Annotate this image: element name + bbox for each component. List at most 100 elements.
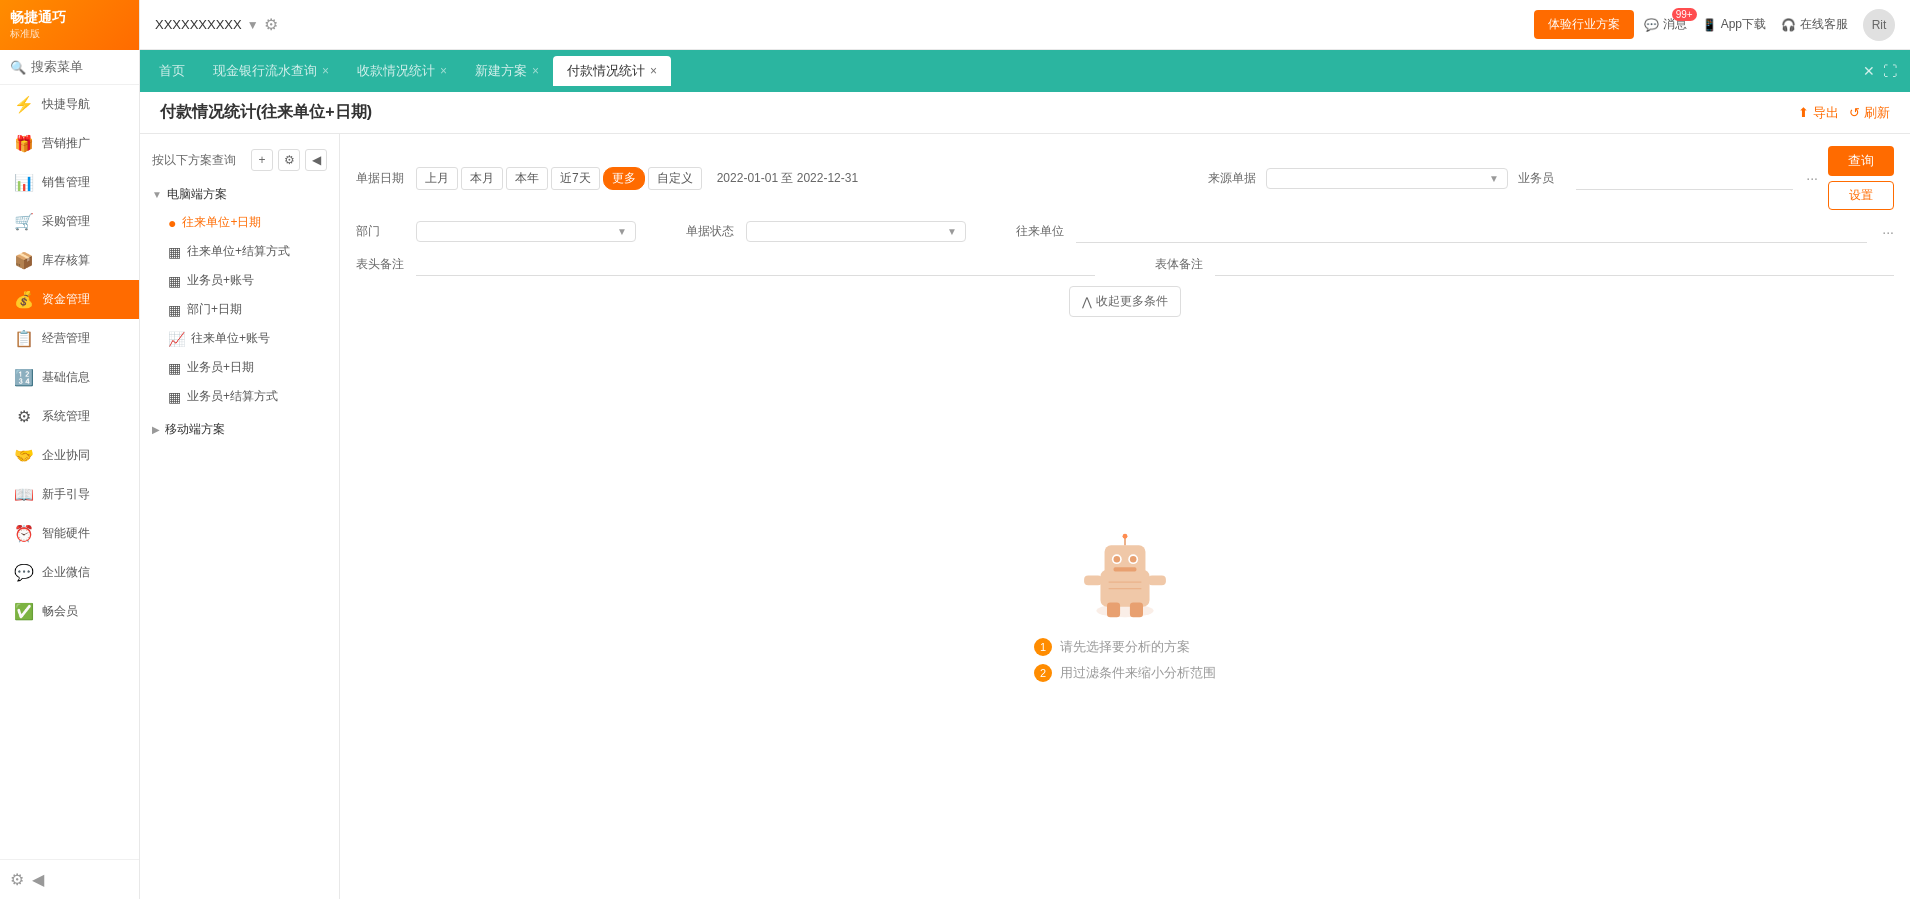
search-menu[interactable]: 🔍 搜索菜单	[0, 50, 139, 85]
tip-text-2: 用过滤条件来缩小分析范围	[1060, 664, 1216, 682]
date-btn-more[interactable]: 更多	[603, 167, 645, 190]
sidebar-item-marketing[interactable]: 🎁 营销推广	[0, 124, 139, 163]
tab-bank[interactable]: 现金银行流水查询 ×	[199, 56, 343, 86]
right-content: 单据日期 上月 本月 本年 近7天 更多 自定义 2022-01-01 至 20…	[340, 134, 1910, 899]
tabs-right: ✕ ⛶	[1863, 63, 1905, 79]
staff-input[interactable]	[1576, 167, 1793, 190]
svg-rect-10	[1084, 575, 1102, 585]
add-schema-btn[interactable]: +	[251, 149, 273, 171]
schema-settings-btn[interactable]: ⚙	[278, 149, 300, 171]
filter-section: 单据日期 上月 本月 本年 近7天 更多 自定义 2022-01-01 至 20…	[356, 146, 1894, 317]
service-btn[interactable]: 🎧 在线客服	[1781, 16, 1848, 33]
tab-new-plan[interactable]: 新建方案 ×	[461, 56, 553, 86]
desktop-group-title[interactable]: ▼ 电脑端方案	[140, 181, 339, 208]
app-download-btn[interactable]: 📱 App下载	[1702, 16, 1766, 33]
filter-settings-btn[interactable]: 设置	[1828, 181, 1894, 210]
tab-expand-icon[interactable]: ⛶	[1883, 63, 1897, 79]
date-btn-last-month[interactable]: 上月	[416, 167, 458, 190]
refresh-label: 刷新	[1864, 104, 1890, 122]
schema-collapse-btn[interactable]: ◀	[305, 149, 327, 171]
tab-payment[interactable]: 付款情况统计 ×	[553, 56, 671, 86]
date-btn-custom[interactable]: 自定义	[648, 167, 702, 190]
schema-partner-settle[interactable]: ▦ 往来单位+结算方式	[140, 237, 339, 266]
sidebar-item-quick-nav[interactable]: ⚡ 快捷导航	[0, 85, 139, 124]
header-note-input[interactable]	[416, 253, 1095, 276]
source-select[interactable]: ▼	[1266, 168, 1508, 189]
tab-bank-close[interactable]: ×	[322, 64, 329, 78]
collapse-btn[interactable]: ⋀ 收起更多条件	[1069, 286, 1181, 317]
collapse-label: 收起更多条件	[1096, 293, 1168, 310]
tab-receipt-close[interactable]: ×	[440, 64, 447, 78]
staff-label: 业务员	[1518, 170, 1568, 187]
body-note-input[interactable]	[1215, 253, 1894, 276]
tab-receipt[interactable]: 收款情况统计 ×	[343, 56, 461, 86]
date-btn-7days[interactable]: 近7天	[551, 167, 600, 190]
sidebar-item-enterprise[interactable]: 🤝 企业协同	[0, 436, 139, 475]
inventory-icon: 📦	[14, 251, 34, 270]
sidebar-item-label: 库存核算	[42, 252, 90, 269]
sidebar-item-finance[interactable]: 💰 资金管理	[0, 280, 139, 319]
schema-label: 业务员+账号	[187, 272, 254, 289]
tab-close-all-icon[interactable]: ✕	[1863, 63, 1875, 79]
sidebar-item-vip[interactable]: ✅ 畅会员	[0, 592, 139, 631]
service-label: 在线客服	[1800, 16, 1848, 33]
sidebar-item-label: 营销推广	[42, 135, 90, 152]
doc-status-dropdown-icon: ▼	[947, 226, 957, 237]
schema-bar-icon: 📈	[168, 331, 185, 347]
messages-btn[interactable]: 💬 消息 99+	[1644, 16, 1687, 33]
topbar-info: XXXXXXXXXX ▼ ⚙	[155, 15, 1524, 34]
sidebar-item-system[interactable]: ⚙ 系统管理	[0, 397, 139, 436]
doc-status-select[interactable]: ▼	[746, 221, 966, 242]
sidebar-item-guide[interactable]: 📖 新手引导	[0, 475, 139, 514]
tab-payment-close[interactable]: ×	[650, 64, 657, 78]
trial-btn[interactable]: 体验行业方案	[1534, 10, 1634, 39]
page-title: 付款情况统计(往来单位+日期)	[160, 102, 372, 123]
dept-select[interactable]: ▼	[416, 221, 636, 242]
export-btn[interactable]: ⬆ 导出	[1798, 104, 1839, 122]
collapse-row: ⋀ 收起更多条件	[356, 286, 1894, 317]
mobile-group-title[interactable]: ▶ 移动端方案	[140, 416, 339, 443]
add-icon: +	[258, 153, 265, 167]
footer-settings-btn[interactable]: ⚙	[10, 870, 24, 889]
partner-input[interactable]	[1076, 220, 1867, 243]
schema-dept-date[interactable]: ▦ 部门+日期	[140, 295, 339, 324]
schema-partner-date[interactable]: ● 往来单位+日期	[140, 208, 339, 237]
dropdown-arrow-icon[interactable]: ▼	[247, 18, 259, 32]
operation-icon: 📋	[14, 329, 34, 348]
svg-point-8	[1123, 533, 1128, 538]
user-avatar[interactable]: Rit	[1863, 9, 1895, 41]
refresh-btn[interactable]: ↺ 刷新	[1849, 104, 1890, 122]
schema-partner-account[interactable]: 📈 往来单位+账号	[140, 324, 339, 353]
sidebar-item-wechat[interactable]: 💬 企业微信	[0, 553, 139, 592]
date-btn-this-year[interactable]: 本年	[506, 167, 548, 190]
topbar-settings-icon[interactable]: ⚙	[264, 15, 278, 34]
footer-collapse-btn[interactable]: ◀	[32, 870, 44, 889]
sidebar-item-inventory[interactable]: 📦 库存核算	[0, 241, 139, 280]
sidebar-item-hardware[interactable]: ⏰ 智能硬件	[0, 514, 139, 553]
date-label: 单据日期	[356, 170, 406, 187]
phone-icon: 📱	[1702, 18, 1717, 32]
tab-new-plan-close[interactable]: ×	[532, 64, 539, 78]
partner-more-icon[interactable]: ···	[1882, 224, 1894, 240]
body-note-label: 表体备注	[1155, 256, 1205, 273]
tab-home[interactable]: 首页	[145, 56, 199, 86]
sidebar-item-operation[interactable]: 📋 经营管理	[0, 319, 139, 358]
search-icon: 🔍	[10, 60, 26, 75]
sidebar-item-sales[interactable]: 📊 销售管理	[0, 163, 139, 202]
sidebar-item-basic[interactable]: 🔢 基础信息	[0, 358, 139, 397]
query-btn[interactable]: 查询	[1828, 146, 1894, 176]
content-area: 付款情况统计(往来单位+日期) ⬆ 导出 ↺ 刷新 按以下方案查询	[140, 92, 1910, 899]
schema-staff-date[interactable]: ▦ 业务员+日期	[140, 353, 339, 382]
date-btn-this-month[interactable]: 本月	[461, 167, 503, 190]
schema-staff-account[interactable]: ▦ 业务员+账号	[140, 266, 339, 295]
date-range-display: 2022-01-01 至 2022-12-31	[717, 170, 858, 187]
staff-more-icon[interactable]: ···	[1806, 170, 1818, 186]
sidebar-item-purchase[interactable]: 🛒 采购管理	[0, 202, 139, 241]
tab-new-plan-label: 新建方案	[475, 62, 527, 80]
group-arrow-icon: ▼	[152, 189, 162, 200]
empty-tip-2: 2 用过滤条件来缩小分析范围	[1034, 664, 1216, 682]
schema-staff-settle[interactable]: ▦ 业务员+结算方式	[140, 382, 339, 411]
wechat-icon: 💬	[14, 563, 34, 582]
empty-area: 1 请先选择要分析的方案 2 用过滤条件来缩小分析范围	[356, 327, 1894, 887]
schema-chart-icon: ▦	[168, 244, 181, 260]
